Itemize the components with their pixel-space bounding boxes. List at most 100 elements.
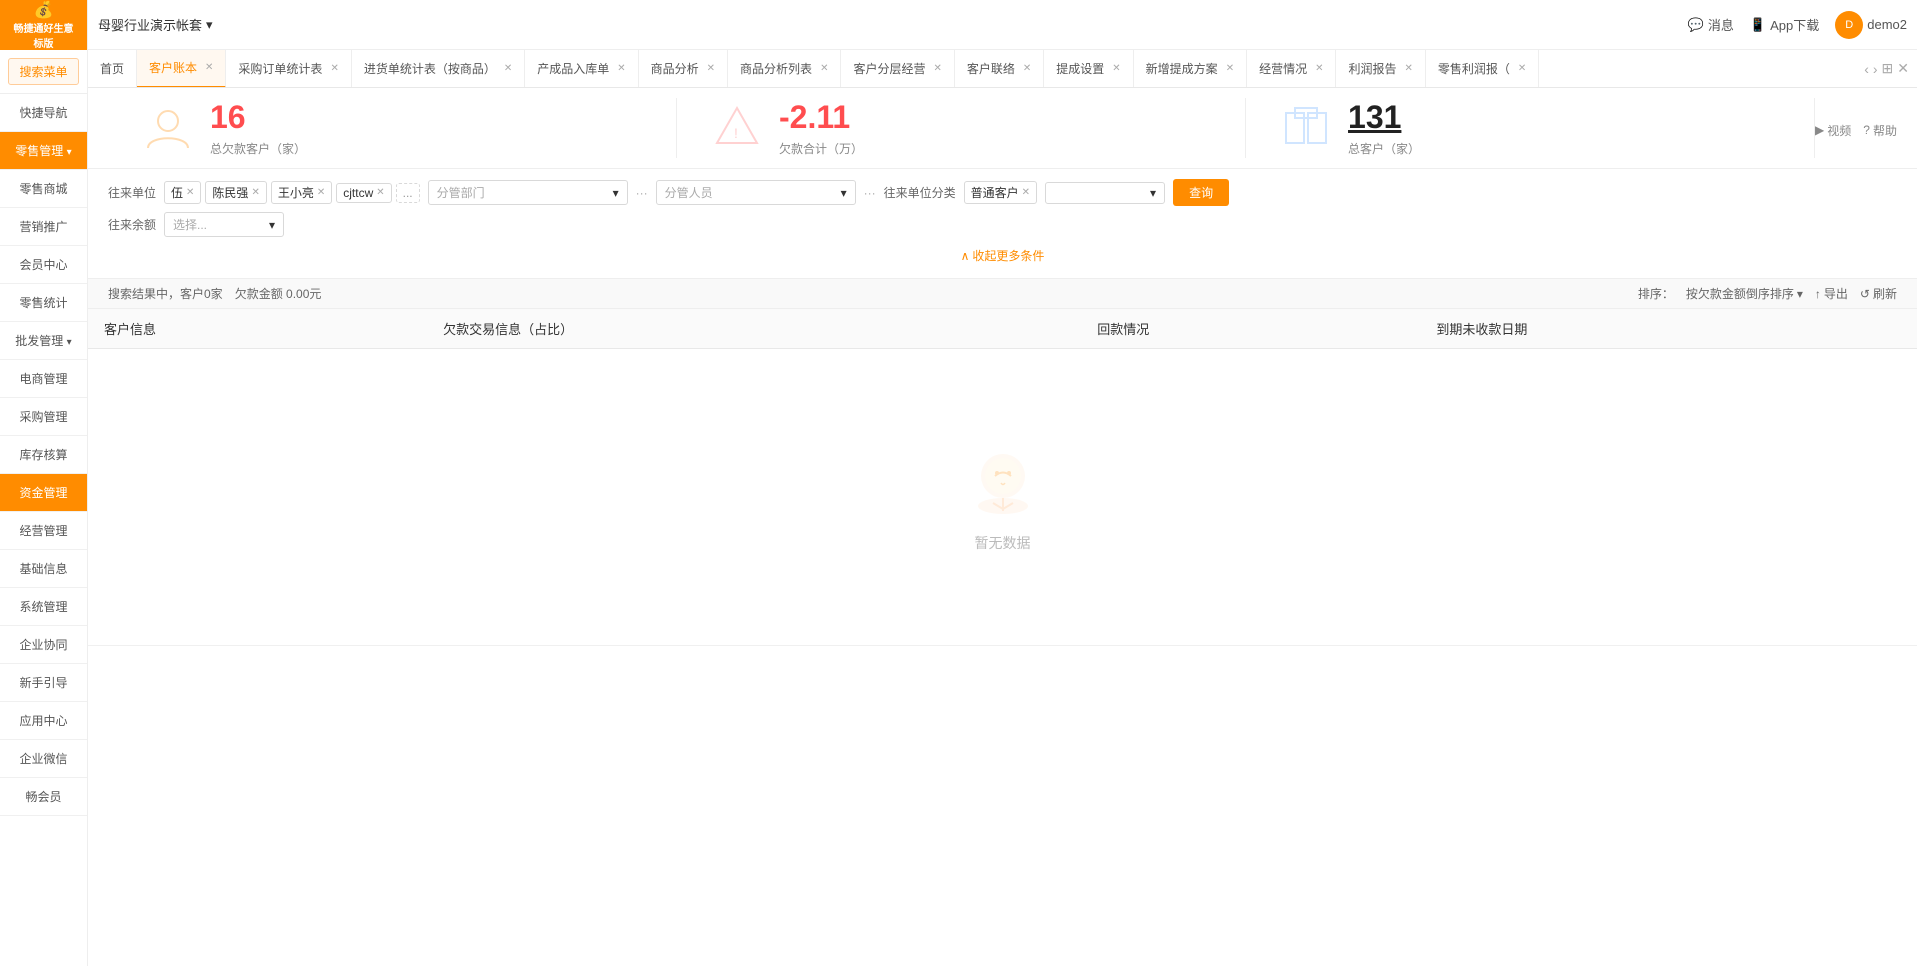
col-debt-info: 欠款交易信息（占比） (427, 309, 1081, 349)
tab-close-icon[interactable]: ✕ (617, 63, 625, 74)
tab-close-icon[interactable]: ✕ (205, 62, 213, 73)
sidebar-item-retail-stats[interactable]: 零售统计 (0, 284, 87, 322)
sidebar-item-retail-mall[interactable]: 零售商城 (0, 170, 87, 208)
stat-customers-value: 16 (210, 99, 306, 136)
unit-type-tag[interactable]: 普通客户 ✕ (964, 181, 1037, 204)
sidebar-item-retail-mgmt[interactable]: 零售管理 ▾ (0, 132, 87, 170)
empty-text: 暂无数据 (975, 533, 1031, 553)
tab-product-analysis[interactable]: 商品分析 ✕ (639, 50, 728, 88)
tab-close-icon[interactable]: ✕ (1405, 63, 1413, 74)
tab-profit-report[interactable]: 利润报告 ✕ (1336, 50, 1425, 88)
sidebar-item-member2[interactable]: 畅会员 (0, 778, 87, 816)
stat-card-customers: 16 总欠款客户（家） (108, 98, 677, 158)
unit-tag-wu[interactable]: 伍 ✕ (164, 181, 201, 204)
tag-close-wang[interactable]: ✕ (317, 187, 325, 198)
sidebar-item-operation[interactable]: 经营管理 (0, 512, 87, 550)
tab-close-icon[interactable]: ✕ (933, 63, 941, 74)
sort-label: 排序： (1638, 285, 1674, 302)
sidebar: 💰 畅捷通好生意 标版 搜索菜单 快捷导航 零售管理 ▾ 零售商城 营销推广 会… (0, 0, 88, 966)
query-button[interactable]: 查询 (1173, 179, 1229, 206)
dept-select[interactable]: 分管部门 ▾ (428, 180, 628, 205)
sidebar-item-wechat[interactable]: 企业微信 (0, 740, 87, 778)
user-menu[interactable]: D demo2 (1835, 11, 1907, 39)
sidebar-item-finance[interactable]: 资金管理 (0, 474, 87, 512)
stats-help: ▶ 视频 ? 帮助 (1815, 118, 1897, 139)
unit-tag-cjttcw[interactable]: cjttcw ✕ (336, 183, 391, 203)
tabs-prev-button[interactable]: ‹ (1864, 61, 1869, 77)
tag-close-type[interactable]: ✕ (1022, 187, 1030, 198)
sidebar-item-basic-info[interactable]: 基础信息 (0, 550, 87, 588)
tab-close-icon[interactable]: ✕ (707, 63, 715, 74)
search-menu-button[interactable]: 搜索菜单 (8, 58, 79, 85)
sidebar-item-ecom[interactable]: 电商管理 (0, 360, 87, 398)
account-selector[interactable]: 母婴行业演示帐套 ▾ (98, 15, 213, 34)
unit-filter-label: 往来单位 (108, 184, 156, 201)
unit-tag-more[interactable]: ... (396, 183, 420, 203)
tab-close-icon[interactable]: ✕ (330, 63, 338, 74)
message-button[interactable]: 💬 消息 (1688, 15, 1734, 34)
tabs-menu-button[interactable]: ⊞ (1882, 60, 1894, 77)
tab-close-icon[interactable]: ✕ (1023, 63, 1031, 74)
help-button[interactable]: ? 帮助 (1863, 122, 1897, 139)
tab-close-icon[interactable]: ✕ (504, 63, 512, 74)
sidebar-item-marketing[interactable]: 营销推广 (0, 208, 87, 246)
sidebar-search-area: 搜索菜单 (0, 50, 87, 94)
tab-close-icon[interactable]: ✕ (1226, 63, 1234, 74)
stat-total-label: 总客户（家） (1348, 140, 1420, 157)
unit-type-label: 往来单位分类 (884, 184, 956, 201)
stat-total-info: 131 总客户（家） (1348, 99, 1420, 157)
tabs-next-button[interactable]: › (1873, 61, 1878, 77)
sidebar-item-wholesale[interactable]: 批发管理 ▾ (0, 322, 87, 360)
tab-product-analysis-list[interactable]: 商品分析列表 ✕ (728, 50, 841, 88)
topbar-left: 母婴行业演示帐套 ▾ (98, 15, 213, 34)
tag-close-cjttcw[interactable]: ✕ (376, 187, 384, 198)
tab-home[interactable]: 首页 (88, 50, 137, 88)
filter-area: 往来单位 伍 ✕ 陈民强 ✕ 王小亮 ✕ cjttcw ✕ (88, 169, 1917, 279)
tabs-close-all-button[interactable]: ✕ (1897, 60, 1909, 77)
empty-icon (963, 441, 1043, 521)
person-extra-btn[interactable]: ··· (864, 186, 876, 200)
tab-purchase-order[interactable]: 采购订单统计表 ✕ (226, 50, 351, 88)
stat-total-value: 131 (1348, 99, 1420, 136)
sidebar-item-quick-nav[interactable]: 快捷导航 (0, 94, 87, 132)
video-help-button[interactable]: ▶ 视频 (1815, 122, 1851, 139)
customers-icon (138, 98, 198, 158)
balance-select[interactable]: 选择... ▾ (164, 212, 284, 237)
tab-production[interactable]: 产成品入库单 ✕ (525, 50, 638, 88)
tab-close-icon[interactable]: ✕ (1518, 63, 1526, 74)
sidebar-item-purchase[interactable]: 采购管理 (0, 398, 87, 436)
unit-tag-chen[interactable]: 陈民强 ✕ (205, 181, 266, 204)
sidebar-item-inventory[interactable]: 库存核算 (0, 436, 87, 474)
dept-extra-btn[interactable]: ··· (636, 186, 648, 200)
unit-type-select[interactable]: ▾ (1045, 182, 1165, 204)
sidebar-item-system[interactable]: 系统管理 (0, 588, 87, 626)
sidebar-item-collab[interactable]: 企业协同 (0, 626, 87, 664)
collapse-button[interactable]: ∧ 收起更多条件 (108, 243, 1897, 268)
export-button[interactable]: ↑ 导出 (1815, 285, 1848, 302)
results-count: 搜索结果中，客户0家 (108, 285, 223, 302)
empty-state: 暂无数据 (104, 361, 1901, 633)
tab-retail-profit[interactable]: 零售利润报（ ✕ (1426, 50, 1539, 88)
tag-close-wu[interactable]: ✕ (186, 187, 194, 198)
tab-commission-setting[interactable]: 提成设置 ✕ (1044, 50, 1133, 88)
tab-close-icon[interactable]: ✕ (1112, 63, 1120, 74)
refresh-button[interactable]: ↺ 刷新 (1860, 285, 1897, 302)
sidebar-logo: 💰 畅捷通好生意 标版 (0, 0, 87, 50)
person-select[interactable]: 分管人员 ▾ (656, 180, 856, 205)
sidebar-item-guide[interactable]: 新手引导 (0, 664, 87, 702)
tab-customer-layer[interactable]: 客户分层经营 ✕ (841, 50, 954, 88)
tab-close-icon[interactable]: ✕ (820, 63, 828, 74)
tab-new-commission[interactable]: 新增提成方案 ✕ (1134, 50, 1247, 88)
tab-close-icon[interactable]: ✕ (1315, 63, 1323, 74)
tab-purchase-stat[interactable]: 进货单统计表（按商品） ✕ (352, 50, 525, 88)
tab-customer-account[interactable]: 客户账本 ✕ (137, 50, 226, 88)
app-download-button[interactable]: 📱 App下载 (1750, 15, 1819, 34)
sidebar-item-app[interactable]: 应用中心 (0, 702, 87, 740)
sort-select[interactable]: 按欠款金额倒序排序 ▾ (1686, 285, 1803, 302)
unit-tag-wang[interactable]: 王小亮 ✕ (271, 181, 332, 204)
col-due-date: 到期未收款日期 (1420, 309, 1917, 349)
tab-operation[interactable]: 经营情况 ✕ (1247, 50, 1336, 88)
tag-close-chen[interactable]: ✕ (251, 187, 259, 198)
tab-customer-contact[interactable]: 客户联络 ✕ (955, 50, 1044, 88)
sidebar-item-member[interactable]: 会员中心 (0, 246, 87, 284)
